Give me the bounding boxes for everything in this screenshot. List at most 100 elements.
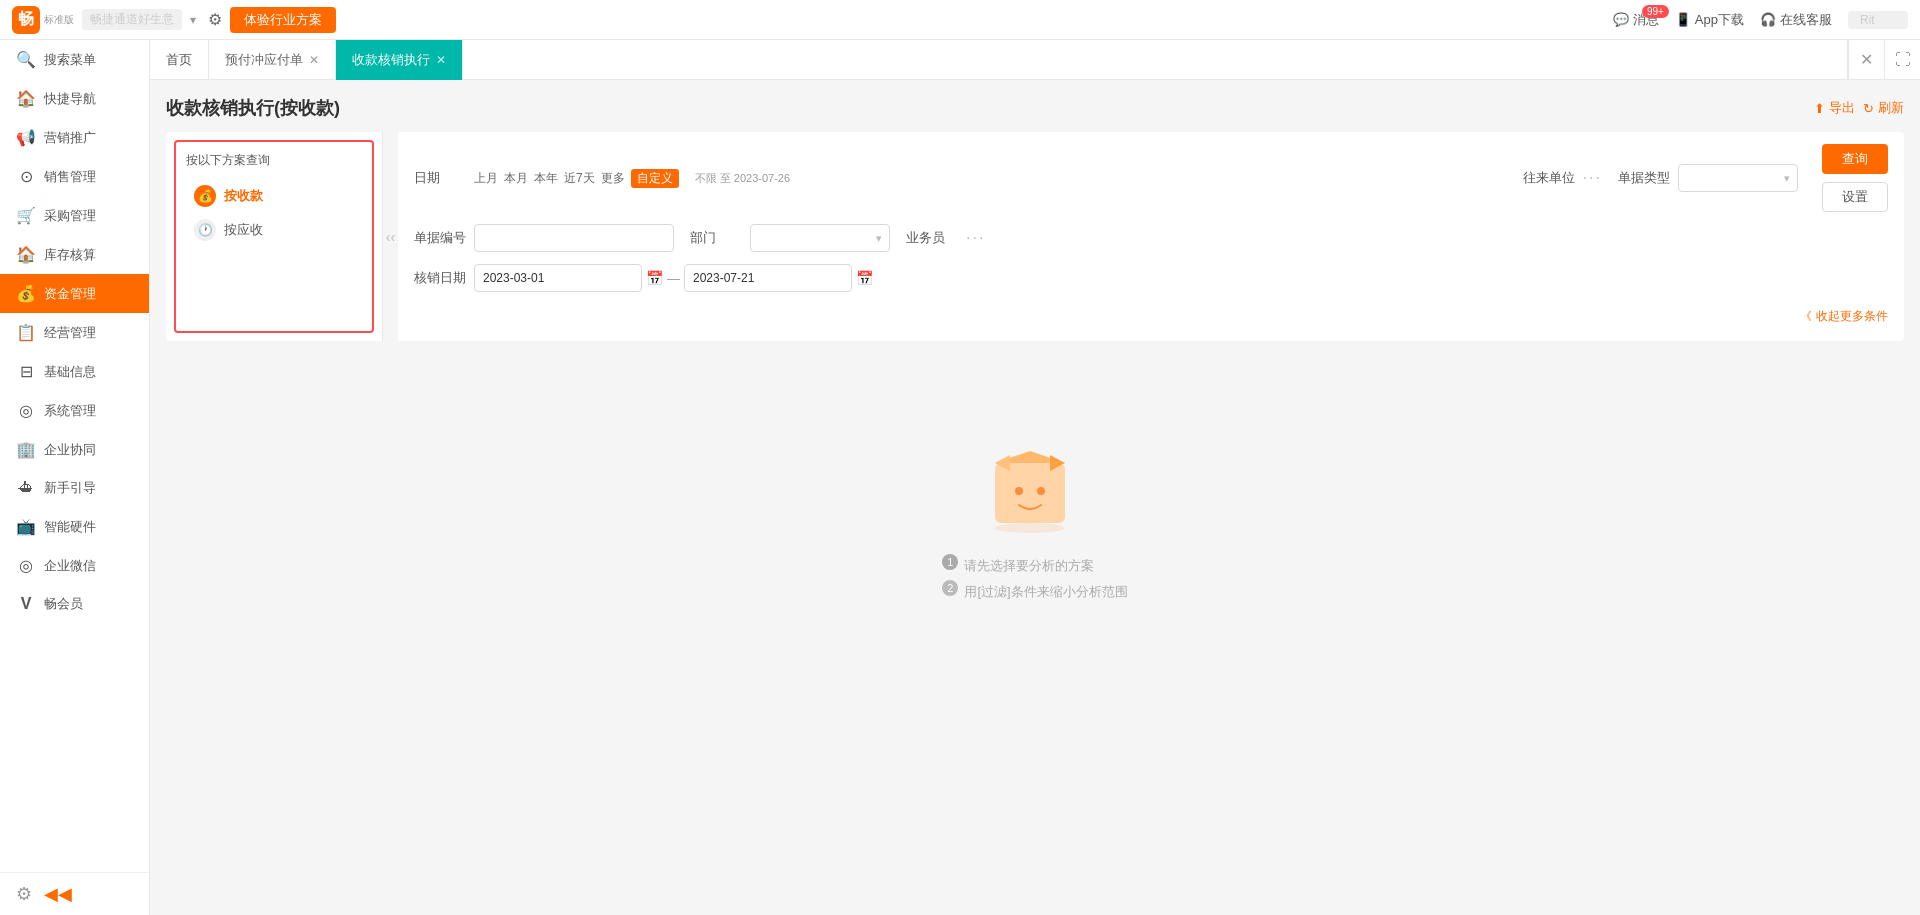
purchase-icon: 🛒: [16, 206, 36, 225]
company-dropdown[interactable]: ▾: [190, 13, 196, 27]
by-receipt-label: 按收款: [224, 187, 263, 205]
shortcut-7days[interactable]: 近7天: [564, 170, 595, 187]
sidebar-item-quick-nav[interactable]: 🏠 快捷导航: [0, 79, 149, 118]
sidebar-item-label: 搜索菜单: [44, 51, 96, 69]
settings-icon[interactable]: ⚙: [208, 10, 222, 29]
svg-point-6: [995, 523, 1065, 533]
sidebar-item-search-menu[interactable]: 🔍 搜索菜单: [0, 40, 149, 79]
sidebar-item-wechat[interactable]: ◎ 企业微信: [0, 546, 149, 585]
shortcut-this-month[interactable]: 本月: [504, 170, 528, 187]
collapse-panel-btn[interactable]: ‹‹: [382, 132, 398, 341]
settings-button[interactable]: 设置: [1822, 182, 1888, 212]
finance-icon: 💰: [16, 284, 36, 303]
by-receivable-icon: 🕐: [194, 219, 216, 241]
wechat-icon: ◎: [16, 556, 36, 575]
sidebar-item-system[interactable]: ◎ 系统管理: [0, 391, 149, 430]
app-icon: 📱: [1675, 12, 1691, 27]
counterparty-dots[interactable]: ···: [1583, 169, 1602, 187]
staff-dots[interactable]: ···: [966, 229, 985, 247]
tab-receipt-writeoff-label: 收款核销执行: [352, 51, 430, 69]
sidebar-item-enterprise[interactable]: 🏢 企业协同: [0, 430, 149, 469]
sidebar-collapse-icon[interactable]: ◀◀: [44, 883, 72, 905]
message-btn[interactable]: 💬 消息 99+: [1613, 11, 1659, 29]
tab-maximize-btn[interactable]: ⛶: [1884, 40, 1920, 80]
sidebar-item-label: 畅会员: [44, 595, 83, 613]
search-menu-icon: 🔍: [16, 50, 36, 69]
operations-icon: 📋: [16, 323, 36, 342]
tab-close-all-btn[interactable]: ✕: [1848, 40, 1884, 80]
user-avatar[interactable]: Rit: [1848, 11, 1908, 29]
sidebar-bottom: ⚙ ◀◀: [0, 872, 149, 915]
sidebar-item-label: 企业微信: [44, 557, 96, 575]
export-button[interactable]: ⬆ 导出: [1814, 99, 1855, 117]
sidebar-item-member[interactable]: V 畅会员: [0, 585, 149, 623]
sidebar-item-label: 销售管理: [44, 168, 96, 186]
svg-point-5: [1037, 487, 1045, 495]
sidebar-item-label: 企业协同: [44, 441, 96, 459]
doc-type-select-wrapper: [1678, 164, 1798, 192]
guide-icon: ⛴: [16, 479, 36, 497]
sidebar-item-label: 采购管理: [44, 207, 96, 225]
search-row-1: 日期 上月 本月 本年 近7天 更多 自定义 不限 至 2023-07-26: [414, 144, 1888, 212]
solution-button[interactable]: 体验行业方案: [230, 7, 336, 33]
sidebar-item-marketing[interactable]: 📢 营销推广: [0, 118, 149, 157]
page-header: 收款核销执行(按收款) ⬆ 导出 ↻ 刷新: [166, 96, 1904, 120]
empty-illustration: [975, 433, 1095, 533]
writeoff-date-label: 核销日期: [414, 269, 466, 287]
shortcut-more[interactable]: 更多: [601, 170, 625, 187]
writeoff-start-cal-icon[interactable]: 📅: [646, 270, 663, 286]
svg-rect-0: [995, 463, 1065, 523]
query-button[interactable]: 查询: [1822, 144, 1888, 174]
message-icon: 💬: [1613, 12, 1629, 27]
sidebar-item-inventory[interactable]: 🏠 库存核算: [0, 235, 149, 274]
company-name: 畅捷通道好生意: [82, 9, 182, 30]
sidebar-item-label: 智能硬件: [44, 518, 96, 536]
tab-prepayment[interactable]: 预付冲应付单 ✕: [209, 40, 336, 80]
sidebar-item-sales[interactable]: ⊙ 销售管理: [0, 157, 149, 196]
main-area: 首页 预付冲应付单 ✕ 收款核销执行 ✕ ✕ ⛶ 收款核销执行(按收款): [150, 40, 1920, 915]
doc-type-select[interactable]: [1678, 164, 1798, 192]
search-option-by-receivable[interactable]: 🕐 按应收: [186, 213, 362, 247]
tab-receipt-writeoff-close[interactable]: ✕: [436, 53, 446, 67]
writeoff-date-end[interactable]: [684, 264, 852, 292]
search-option-by-receipt[interactable]: 💰 按收款: [186, 179, 362, 213]
dept-select[interactable]: [750, 224, 890, 252]
sidebar-item-finance[interactable]: 💰 资金管理: [0, 274, 149, 313]
sidebar-gear-icon[interactable]: ⚙: [16, 883, 32, 905]
writeoff-end-cal-icon[interactable]: 📅: [856, 270, 873, 286]
shortcut-this-year[interactable]: 本年: [534, 170, 558, 187]
sidebar-item-label: 快捷导航: [44, 90, 96, 108]
counterparty-field: 往来单位 ···: [1523, 169, 1602, 187]
staff-field: 业务员 ···: [906, 229, 985, 247]
empty-tips: 1 请先选择要分析的方案 2 用[过滤]条件来缩小分析范围: [942, 553, 1127, 605]
system-icon: ◎: [16, 401, 36, 420]
app-download-btn[interactable]: 📱 App下载: [1675, 11, 1744, 29]
doc-number-input[interactable]: [474, 224, 674, 252]
sidebar-item-purchase[interactable]: 🛒 采购管理: [0, 196, 149, 235]
date-label: 日期: [414, 169, 466, 187]
online-service-btn[interactable]: 🎧 在线客服: [1760, 11, 1832, 29]
page-title: 收款核销执行(按收款): [166, 96, 340, 120]
staff-label: 业务员: [906, 229, 958, 247]
search-right-panel: 日期 上月 本月 本年 近7天 更多 自定义 不限 至 2023-07-26: [398, 132, 1904, 341]
tab-home[interactable]: 首页: [150, 40, 209, 80]
refresh-button[interactable]: ↻ 刷新: [1863, 99, 1904, 117]
shortcut-custom[interactable]: 自定义: [631, 169, 679, 188]
service-icon: 🎧: [1760, 12, 1776, 27]
sidebar-item-basic-info[interactable]: ⊟ 基础信息: [0, 352, 149, 391]
writeoff-date-start[interactable]: [474, 264, 642, 292]
shortcut-last-month[interactable]: 上月: [474, 170, 498, 187]
more-conditions-btn[interactable]: 《 收起更多条件: [1800, 308, 1888, 325]
tip-num-1: 1: [942, 554, 958, 570]
tab-receipt-writeoff[interactable]: 收款核销执行 ✕: [336, 40, 463, 80]
inventory-icon: 🏠: [16, 245, 36, 264]
tip-num-2: 2: [942, 580, 958, 596]
sidebar-item-operations[interactable]: 📋 经营管理: [0, 313, 149, 352]
top-bar: 畅 标准版 畅捷通道好生意 ▾ ⚙ 体验行业方案 💬 消息 99+ 📱 App下…: [0, 0, 1920, 40]
sidebar-item-hardware[interactable]: 📺 智能硬件: [0, 507, 149, 546]
hardware-icon: 📺: [16, 517, 36, 536]
tip-text-2: 用[过滤]条件来缩小分析范围: [964, 579, 1127, 605]
tab-prepayment-close[interactable]: ✕: [309, 53, 319, 67]
sidebar-item-guide[interactable]: ⛴ 新手引导: [0, 469, 149, 507]
sidebar-item-label: 基础信息: [44, 363, 96, 381]
